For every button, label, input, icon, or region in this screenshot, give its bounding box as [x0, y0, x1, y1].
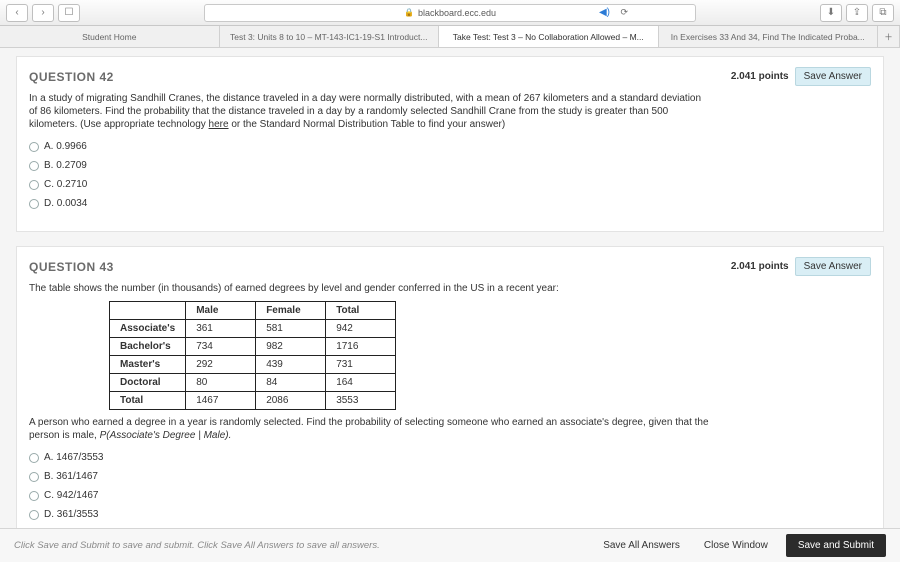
radio-43d[interactable]: [29, 510, 39, 520]
option-label: D. 0.0034: [44, 198, 87, 209]
tabs-button[interactable]: ⧉: [872, 4, 894, 22]
question-title: QUESTION 42: [29, 70, 114, 84]
points-label: 2.041 points: [731, 261, 789, 272]
radio-42b[interactable]: [29, 161, 39, 171]
back-button[interactable]: ‹: [6, 4, 28, 22]
radio-43b[interactable]: [29, 472, 39, 482]
radio-42c[interactable]: [29, 180, 39, 190]
option-label: C. 0.2710: [44, 179, 87, 190]
tabs-bar: Student Home Test 3: Units 8 to 10 – MT-…: [0, 26, 900, 48]
option-label: A. 1467/3553: [44, 452, 104, 463]
options-43: A. 1467/3553 B. 361/1467 C. 942/1467 D. …: [29, 452, 871, 520]
forward-button[interactable]: ›: [32, 4, 54, 22]
table-row: Bachelor's7349821716: [110, 338, 396, 356]
here-link[interactable]: here: [209, 119, 229, 130]
degrees-table: MaleFemaleTotal Associate's361581942 Bac…: [109, 301, 396, 410]
save-all-answers-button[interactable]: Save All Answers: [597, 536, 686, 555]
new-tab-button[interactable]: ＋: [878, 26, 900, 47]
table-row: Associate's361581942: [110, 320, 396, 338]
question-text: The table shows the number (in thousands…: [29, 282, 709, 442]
radio-43c[interactable]: [29, 491, 39, 501]
url-text: blackboard.ecc.edu: [418, 8, 496, 18]
option-label: D. 361/3553: [44, 509, 99, 520]
points-label: 2.041 points: [731, 71, 789, 82]
lock-icon: 🔒: [404, 8, 414, 17]
options-42: A. 0.9966 B. 0.2709 C. 0.2710 D. 0.0034: [29, 141, 871, 209]
question-43: QUESTION 43 2.041 points Save Answer The…: [16, 246, 884, 528]
radio-43a[interactable]: [29, 453, 39, 463]
bottom-hint: Click Save and Submit to save and submit…: [14, 540, 380, 551]
reload-icon[interactable]: ⟳: [620, 7, 628, 18]
save-answer-button[interactable]: Save Answer: [795, 257, 871, 276]
save-and-submit-button[interactable]: Save and Submit: [786, 534, 886, 557]
table-row: Master's292439731: [110, 356, 396, 374]
option-label: B. 361/1467: [44, 471, 98, 482]
download-button[interactable]: ⬇: [820, 4, 842, 22]
radio-42a[interactable]: [29, 142, 39, 152]
address-bar[interactable]: 🔒 blackboard.ecc.edu ◀) ⟳: [204, 4, 696, 22]
tab-test3-units[interactable]: Test 3: Units 8 to 10 – MT-143-IC1-19-S1…: [220, 26, 440, 47]
table-row: Total146720863553: [110, 392, 396, 410]
sidebar-button[interactable]: ☐: [58, 4, 80, 22]
question-title: QUESTION 43: [29, 260, 114, 274]
tab-student-home[interactable]: Student Home: [0, 26, 220, 47]
question-42: QUESTION 42 2.041 points Save Answer In …: [16, 56, 884, 232]
close-window-button[interactable]: Close Window: [698, 536, 774, 555]
question-text: In a study of migrating Sandhill Cranes,…: [29, 92, 709, 131]
radio-42d[interactable]: [29, 199, 39, 209]
table-row: Doctoral8084164: [110, 374, 396, 392]
option-label: B. 0.2709: [44, 160, 87, 171]
sound-icon[interactable]: ◀): [599, 7, 610, 18]
bottom-bar: Click Save and Submit to save and submit…: [0, 528, 900, 562]
option-label: C. 942/1467: [44, 490, 99, 501]
browser-toolbar: ‹ › ☐ 🔒 blackboard.ecc.edu ◀) ⟳ ⬇ ⇪ ⧉: [0, 0, 900, 26]
content-area: QUESTION 42 2.041 points Save Answer In …: [0, 48, 900, 528]
tab-take-test[interactable]: Take Test: Test 3 – No Collaboration All…: [439, 26, 659, 47]
tab-exercises[interactable]: In Exercises 33 And 34, Find The Indicat…: [659, 26, 879, 47]
save-answer-button[interactable]: Save Answer: [795, 67, 871, 86]
option-label: A. 0.9966: [44, 141, 87, 152]
share-button[interactable]: ⇪: [846, 4, 868, 22]
